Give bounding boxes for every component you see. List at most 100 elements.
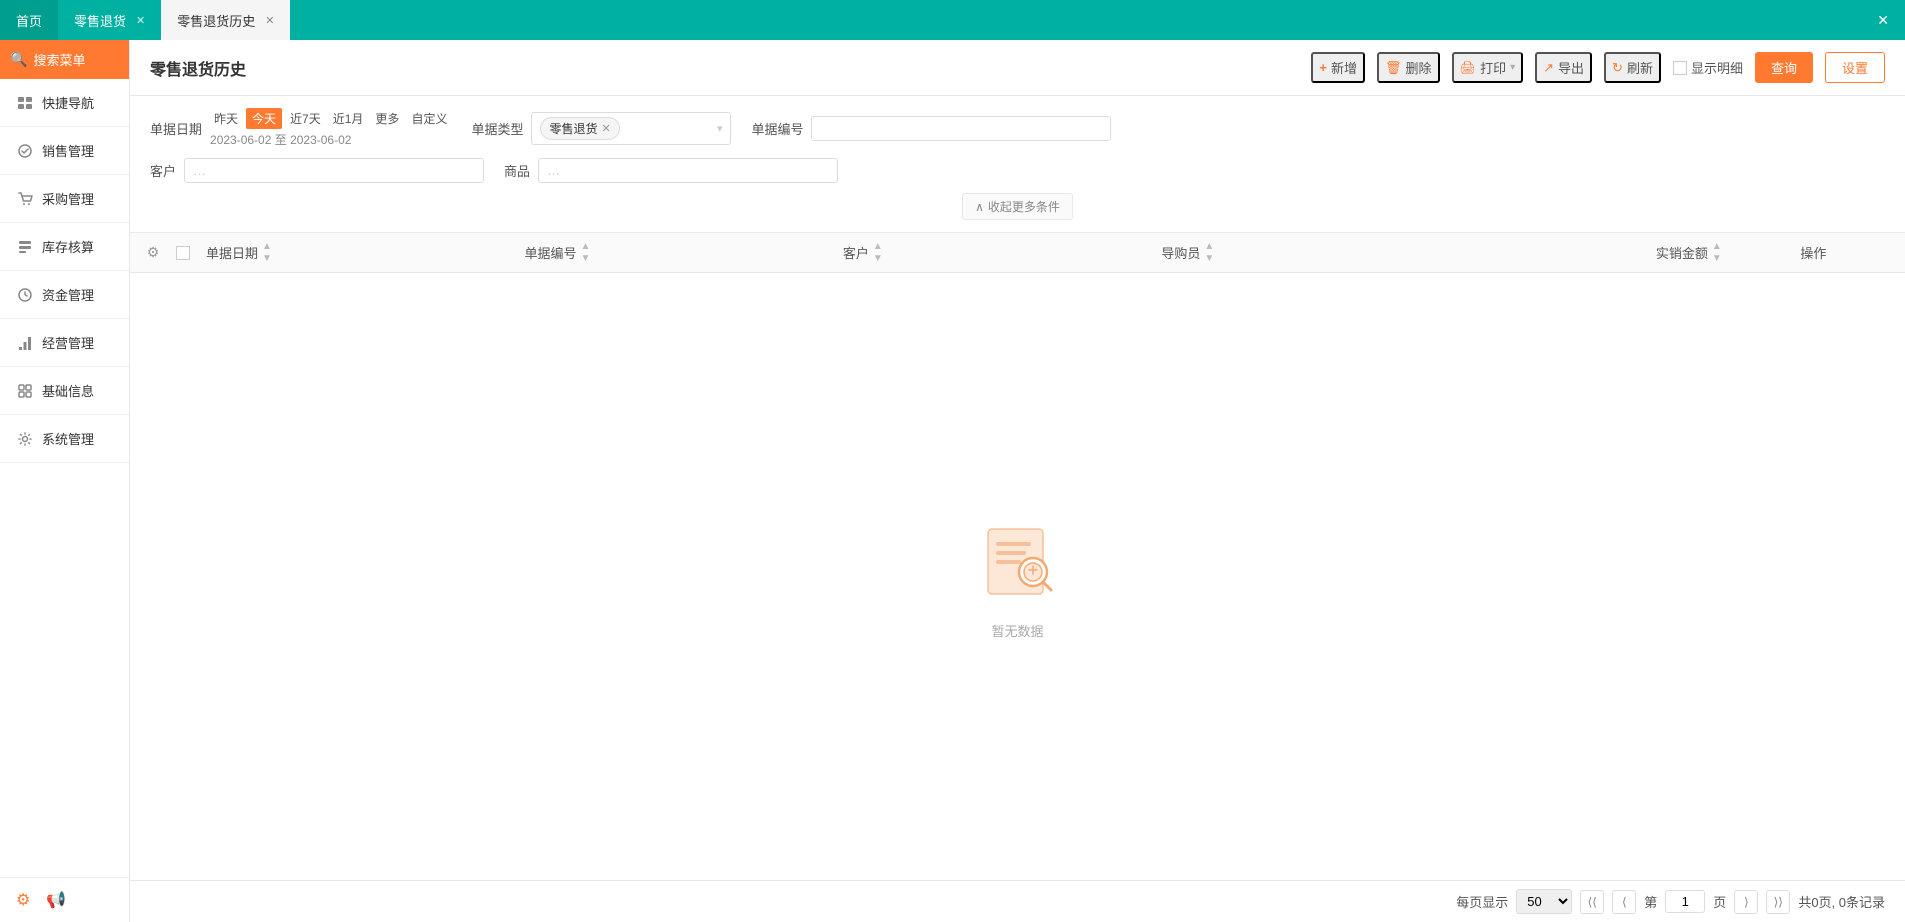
empty-state: 暂无数据 <box>130 273 1905 880</box>
refresh-button[interactable]: ↻ 刷新 <box>1604 52 1661 83</box>
sidebar-item-nav[interactable]: 快捷导航 <box>0 79 129 127</box>
sidebar-item-sales-label: 销售管理 <box>42 141 94 160</box>
page-size-select[interactable]: 50 10 20 100 <box>1516 889 1572 914</box>
search-icon: 🔍 <box>10 51 27 68</box>
page-first-btn[interactable]: ⟨⟨ <box>1580 890 1604 914</box>
system-icon <box>16 430 34 448</box>
filter-row-1: 单据日期 昨天 今天 近7天 近1月 更多 自定义 2023-06-02 至 2… <box>150 108 1885 148</box>
topbar-close-btn[interactable]: ✕ <box>1877 12 1905 29</box>
empty-icon <box>968 514 1068 609</box>
doc-type-chip: 零售退货 ✕ <box>540 117 619 140</box>
sidebar-search-label: 搜索菜单 <box>33 50 85 69</box>
query-button[interactable]: 查询 <box>1755 52 1813 83</box>
empty-text: 暂无数据 <box>991 621 1043 640</box>
table-settings-icon[interactable]: ⚙ <box>138 244 168 261</box>
page-prev-btn[interactable]: ⟨ <box>1612 890 1636 914</box>
sales-icon <box>16 142 34 160</box>
doc-no-filter: 单据编号 <box>751 116 1111 141</box>
collapse-filter-btn[interactable]: ∧ 收起更多条件 <box>962 193 1073 220</box>
th-customer-sort[interactable]: ▲▼ <box>873 241 883 264</box>
show-detail-checkbox[interactable] <box>1673 61 1687 75</box>
refresh-label: 刷新 <box>1627 58 1653 77</box>
add-button[interactable]: + 新增 <box>1311 52 1365 83</box>
page-last-btn[interactable]: ⟩⟩ <box>1766 890 1790 914</box>
sidebar-item-fund-label: 资金管理 <box>42 285 94 304</box>
show-detail-label: 显示明细 <box>1691 58 1743 77</box>
page-next-btn[interactable]: ⟩ <box>1734 890 1758 914</box>
sidebar-item-management[interactable]: 经营管理 <box>0 319 129 367</box>
page-title: 零售退货历史 <box>150 56 246 80</box>
page-label-post: 页 <box>1713 892 1726 911</box>
doc-no-input[interactable] <box>811 116 1111 141</box>
purchase-icon <box>16 190 34 208</box>
doc-type-filter: 单据类型 零售退货 ✕ ▾ <box>471 112 731 145</box>
th-customer-label: 客户 <box>843 243 869 262</box>
tab-retail-return-history-close[interactable]: ✕ <box>265 14 274 27</box>
date-btn-7days[interactable]: 近7天 <box>286 108 325 129</box>
setting-button[interactable]: 设置 <box>1825 52 1885 83</box>
sidebar-item-basic[interactable]: 基础信息 <box>0 367 129 415</box>
goods-filter: 商品 … <box>504 158 838 183</box>
th-doc-no: 单据编号 ▲▼ <box>516 241 834 264</box>
date-btn-today[interactable]: 今天 <box>246 108 282 129</box>
doc-type-chip-close[interactable]: ✕ <box>601 122 610 135</box>
fund-icon <box>16 286 34 304</box>
speaker-icon[interactable]: 📢 <box>46 890 66 910</box>
print-icon: 🖨 <box>1460 60 1477 76</box>
goods-input[interactable]: … <box>538 158 838 183</box>
tab-home-label: 首页 <box>16 11 42 30</box>
gear-icon[interactable]: ⚙ <box>16 890 30 910</box>
sidebar-item-purchase-label: 采购管理 <box>42 189 94 208</box>
sidebar-item-system[interactable]: 系统管理 <box>0 415 129 463</box>
sidebar-item-inventory-label: 库存核算 <box>42 237 94 256</box>
date-btn-yesterday[interactable]: 昨天 <box>210 108 242 129</box>
sidebar-bottom: ⚙ 📢 <box>0 877 129 922</box>
th-doc-no-sort[interactable]: ▲▼ <box>580 241 590 264</box>
tab-retail-return-history[interactable]: 零售退货历史 ✕ <box>161 0 290 40</box>
th-amount-label: 实销金额 <box>1656 243 1708 262</box>
sidebar-search[interactable]: 🔍 搜索菜单 <box>0 40 129 79</box>
collapse-icon: ∧ <box>975 200 984 214</box>
total-text: 共0页, 0条记录 <box>1798 892 1885 911</box>
th-guide-sort[interactable]: ▲▼ <box>1204 241 1214 264</box>
nav-icon <box>16 94 34 112</box>
th-date-sort[interactable]: ▲▼ <box>262 241 272 264</box>
th-guide: 导购员 ▲▼ <box>1153 241 1471 264</box>
date-btn-custom[interactable]: 自定义 <box>407 108 451 129</box>
sidebar-item-fund[interactable]: 资金管理 <box>0 271 129 319</box>
filter-area: 单据日期 昨天 今天 近7天 近1月 更多 自定义 2023-06-02 至 2… <box>130 96 1905 233</box>
date-btn-more[interactable]: 更多 <box>371 108 403 129</box>
select-all-checkbox[interactable] <box>176 246 190 260</box>
table-select-all[interactable] <box>168 246 198 260</box>
sidebar-item-management-label: 经营管理 <box>42 333 94 352</box>
tab-retail-return-close[interactable]: ✕ <box>136 14 145 27</box>
doc-type-label: 单据类型 <box>471 119 523 138</box>
sidebar-item-basic-label: 基础信息 <box>42 381 94 400</box>
customer-placeholder: … <box>193 163 206 178</box>
sidebar-item-purchase[interactable]: 采购管理 <box>0 175 129 223</box>
show-detail-toggle[interactable]: 显示明细 <box>1673 58 1743 77</box>
delete-icon: 🗑 <box>1385 60 1402 76</box>
tab-retail-return-label: 零售退货 <box>74 11 126 30</box>
page-input[interactable] <box>1665 890 1705 913</box>
delete-button[interactable]: 🗑 删除 <box>1377 52 1440 83</box>
add-label: 新增 <box>1331 58 1357 77</box>
sidebar-item-sales[interactable]: 销售管理 <box>0 127 129 175</box>
th-date: 单据日期 ▲▼ <box>198 241 516 264</box>
export-button[interactable]: ↗ 导出 <box>1535 52 1592 83</box>
management-icon <box>16 334 34 352</box>
th-amount-sort[interactable]: ▲▼ <box>1712 241 1722 264</box>
doc-type-dropdown-icon: ▾ <box>717 122 723 135</box>
print-button[interactable]: 🖨 打印 ▾ <box>1452 52 1524 83</box>
date-btn-1month[interactable]: 近1月 <box>329 108 368 129</box>
doc-type-select[interactable]: 零售退货 ✕ ▾ <box>531 112 731 145</box>
sidebar-item-system-label: 系统管理 <box>42 429 94 448</box>
th-customer: 客户 ▲▼ <box>835 241 1153 264</box>
tab-home[interactable]: 首页 <box>0 0 58 40</box>
customer-input[interactable]: … <box>184 158 484 183</box>
tab-retail-return[interactable]: 零售退货 ✕ <box>58 0 161 40</box>
export-icon: ↗ <box>1543 60 1554 76</box>
goods-placeholder: … <box>547 163 560 178</box>
sidebar-item-inventory[interactable]: 库存核算 <box>0 223 129 271</box>
tab-list: 首页 零售退货 ✕ 零售退货历史 ✕ <box>0 0 1877 40</box>
